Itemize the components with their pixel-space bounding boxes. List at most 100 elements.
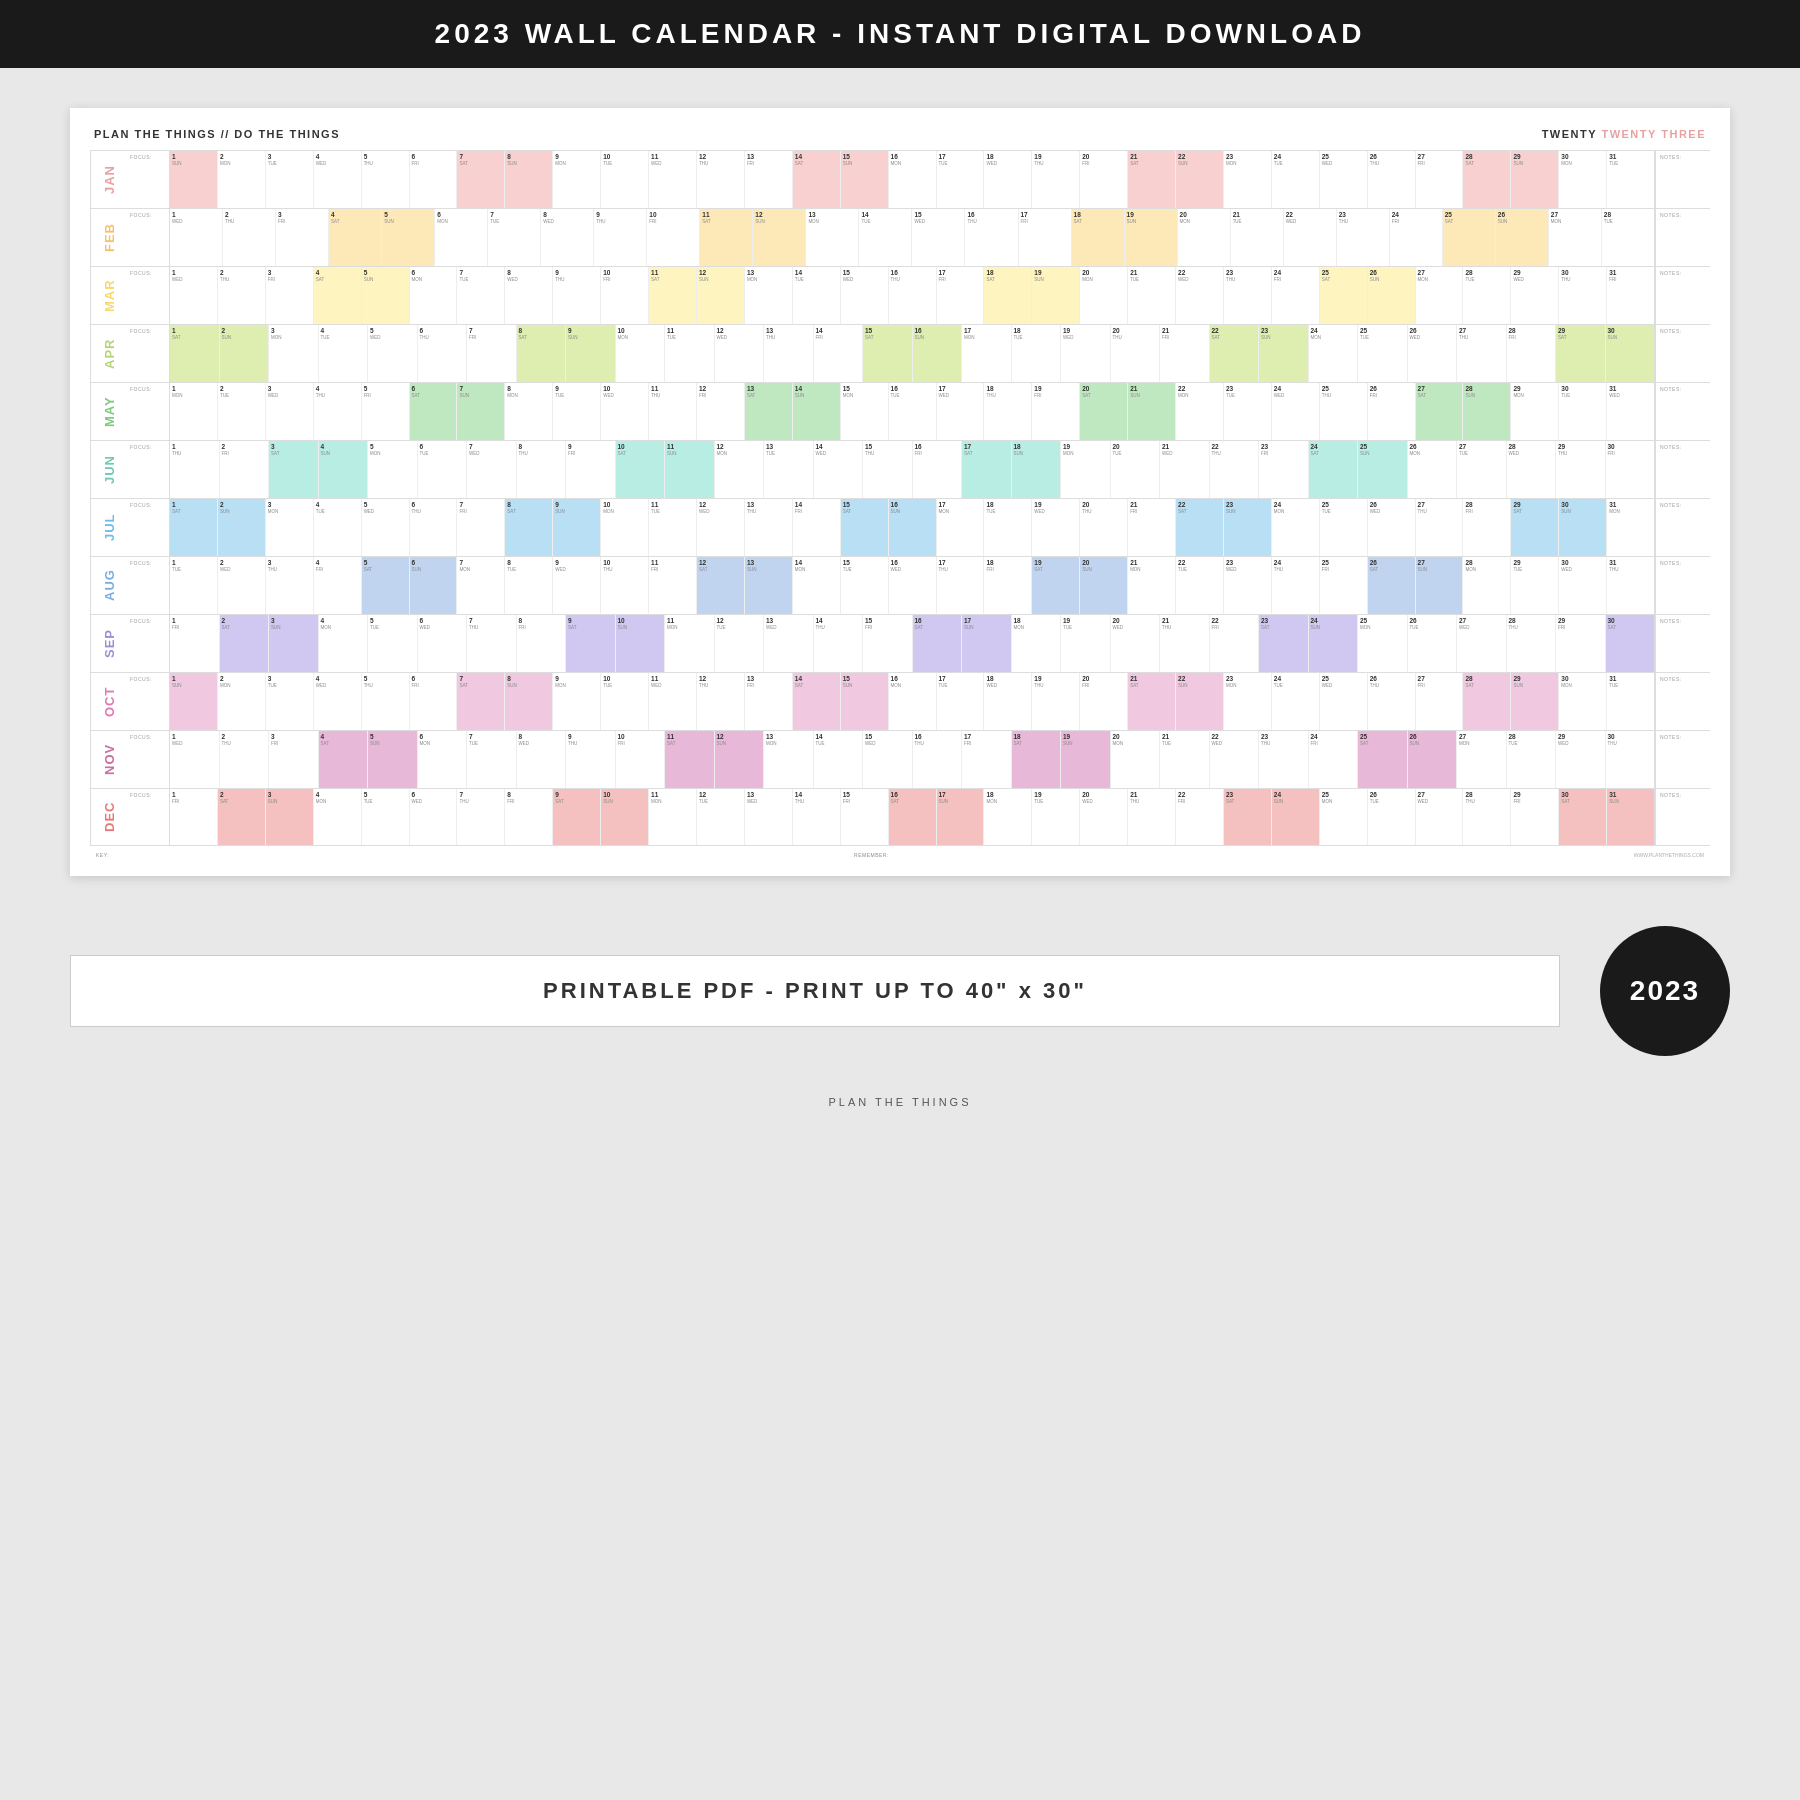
day-cell: 22SUN: [1176, 151, 1224, 208]
day-cell: 6WED: [418, 615, 468, 672]
month-label-jan: JAN: [90, 151, 128, 208]
month-label-aug: AUG: [90, 557, 128, 614]
day-cell: 5TUE: [362, 789, 410, 845]
month-row-jun: JUNFOCUS:1THU2FRI3SAT4SUN5MON6TUE7WED8TH…: [90, 440, 1710, 498]
day-cell: 26WED: [1408, 325, 1458, 382]
focus-cell-aug: FOCUS:: [128, 557, 170, 614]
day-cell: 30SUN: [1559, 499, 1607, 556]
day-cell: 30SAT: [1606, 615, 1656, 672]
banner-title: 2023 WALL CALENDAR - INSTANT DIGITAL DOW…: [435, 18, 1366, 49]
day-cell: 11WED: [649, 151, 697, 208]
day-cell: 4WED: [314, 151, 362, 208]
day-cell: 7TUE: [488, 209, 541, 266]
day-cell: 30THU: [1559, 267, 1607, 324]
day-cell: 1SAT: [170, 325, 220, 382]
day-cell: 13TUE: [764, 441, 814, 498]
day-cell: 7SUN: [457, 383, 505, 440]
day-cell: 21TUE: [1231, 209, 1284, 266]
day-cell: 22TUE: [1176, 557, 1224, 614]
day-cell: 8WED: [541, 209, 594, 266]
month-row-dec: DECFOCUS:1FRI2SAT3SUN4MON5TUE6WED7THU8FR…: [90, 788, 1710, 846]
day-cell: 11MON: [649, 789, 697, 845]
day-cell: 6TUE: [418, 441, 468, 498]
day-cell: 8WED: [517, 731, 567, 788]
day-cell: 10FRI: [601, 267, 649, 324]
month-row-jan: JANFOCUS:1SUN2MON3TUE4WED5THU6FRI7SAT8SU…: [90, 150, 1710, 208]
day-cell: 6FRI: [410, 151, 458, 208]
day-cell: 28TUE: [1602, 209, 1655, 266]
day-cell: 21FRI: [1160, 325, 1210, 382]
month-label-jun: JUN: [90, 441, 128, 498]
day-cell: 10WED: [601, 383, 649, 440]
day-cell: 3FRI: [269, 731, 319, 788]
day-cell: 17MON: [937, 499, 985, 556]
day-cell: 30SAT: [1559, 789, 1607, 845]
day-cell: 4MON: [314, 789, 362, 845]
day-cell: 21SUN: [1128, 383, 1176, 440]
day-cell: 13FRI: [745, 673, 793, 730]
month-label-mar: MAR: [90, 267, 128, 324]
day-cell: 25FRI: [1320, 557, 1368, 614]
day-cell: 23THU: [1259, 731, 1309, 788]
day-cell: 9SAT: [553, 789, 601, 845]
day-cell: 19WED: [1061, 325, 1111, 382]
day-cell: 21SAT: [1128, 151, 1176, 208]
day-cell: 17THU: [937, 557, 985, 614]
day-cell: 14SUN: [793, 383, 841, 440]
day-cell: 27WED: [1457, 615, 1507, 672]
day-cell: 27FRI: [1416, 673, 1464, 730]
day-cell: 27THU: [1457, 325, 1507, 382]
day-cell: 10TUE: [601, 673, 649, 730]
day-cell: 27SAT: [1416, 383, 1464, 440]
day-cell: 5THU: [362, 151, 410, 208]
day-cell: 13MON: [806, 209, 859, 266]
days-container-dec: 1FRI2SAT3SUN4MON5TUE6WED7THU8FRI9SAT10SU…: [170, 789, 1655, 845]
day-cell: 15FRI: [863, 615, 913, 672]
month-row-nov: NOVFOCUS:1WED2THU3FRI4SAT5SUN6MON7TUE8WE…: [90, 730, 1710, 788]
day-cell: 16THU: [889, 267, 937, 324]
day-cell: 8MON: [505, 383, 553, 440]
day-cell: 2TUE: [218, 383, 266, 440]
day-cell: 11TUE: [649, 499, 697, 556]
month-row-apr: APRFOCUS:1SAT2SUN3MON4TUE5WED6THU7FRI8SA…: [90, 324, 1710, 382]
day-cell: 2SAT: [218, 789, 266, 845]
day-cell: 14THU: [814, 615, 864, 672]
focus-cell-apr: FOCUS:: [128, 325, 170, 382]
day-cell: 18TUE: [984, 499, 1032, 556]
notes-cell-apr: NOTES:: [1655, 325, 1710, 382]
focus-cell-oct: FOCUS:: [128, 673, 170, 730]
day-cell: 5SUN: [368, 731, 418, 788]
day-cell: 6THU: [418, 325, 468, 382]
day-cell: 7SAT: [457, 151, 505, 208]
day-cell: 26SUN: [1368, 267, 1416, 324]
day-cell: 19SAT: [1032, 557, 1080, 614]
day-cell: 31FRI: [1607, 267, 1655, 324]
day-cell: 24FRI: [1390, 209, 1443, 266]
footer-remember: REMEMBER:: [854, 852, 889, 858]
day-cell: 27WED: [1416, 789, 1464, 845]
day-cell: 22THU: [1210, 441, 1260, 498]
day-cell: 30TUE: [1559, 383, 1607, 440]
day-cell: 6WED: [410, 789, 458, 845]
day-cell: 1WED: [170, 209, 223, 266]
day-cell: 21MON: [1128, 557, 1176, 614]
day-cell: 24FRI: [1309, 731, 1359, 788]
day-cell: 27MON: [1457, 731, 1507, 788]
day-cell: 26FRI: [1368, 383, 1416, 440]
day-cell: 20MON: [1080, 267, 1128, 324]
day-cell: 17SAT: [962, 441, 1012, 498]
focus-cell-mar: FOCUS:: [128, 267, 170, 324]
day-cell: 2MON: [218, 151, 266, 208]
footer-brand: PLAN THE THINGS: [828, 1096, 971, 1108]
day-cell: 4THU: [314, 383, 362, 440]
day-cell: 8TUE: [505, 557, 553, 614]
day-cell: 17TUE: [937, 673, 985, 730]
notes-cell-mar: NOTES:: [1655, 267, 1710, 324]
day-cell: 24SUN: [1309, 615, 1359, 672]
days-container-nov: 1WED2THU3FRI4SAT5SUN6MON7TUE8WED9THU10FR…: [170, 731, 1655, 788]
day-cell: 5TUE: [368, 615, 418, 672]
day-cell: 28MON: [1463, 557, 1511, 614]
focus-cell-jul: FOCUS:: [128, 499, 170, 556]
day-cell: 29MON: [1511, 383, 1559, 440]
day-cell: 3SAT: [269, 441, 319, 498]
